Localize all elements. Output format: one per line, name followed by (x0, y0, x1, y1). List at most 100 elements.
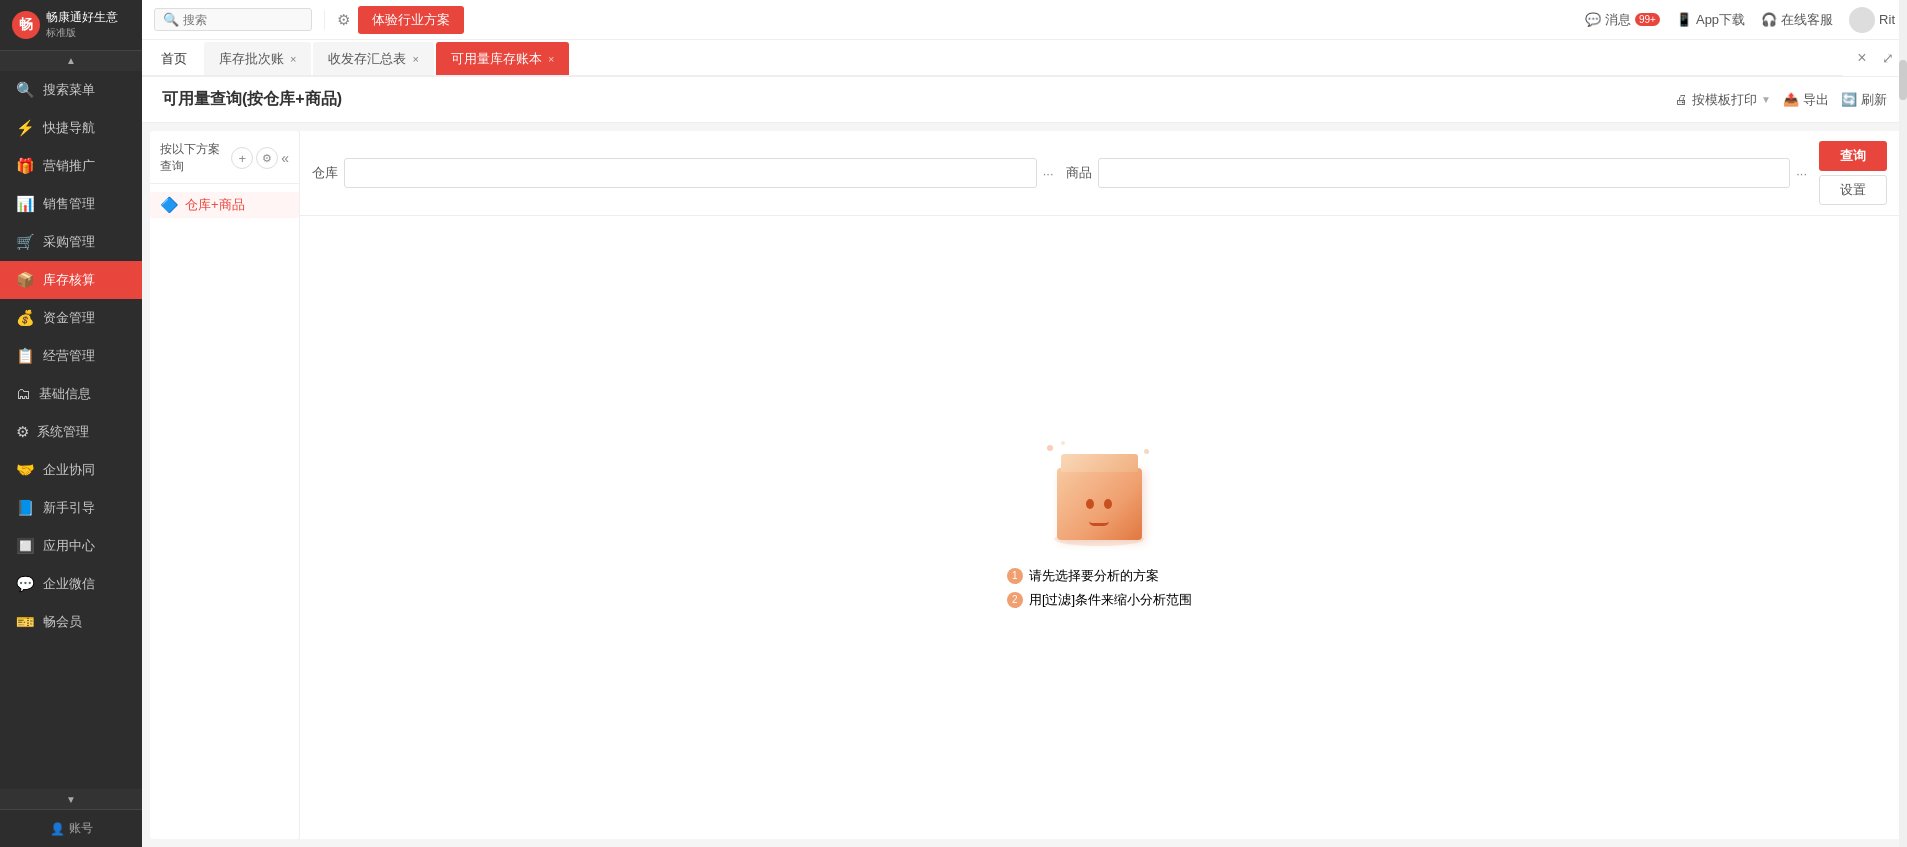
customer-service-button[interactable]: 🎧 在线客服 (1761, 11, 1833, 29)
sidebar-item-appcenter[interactable]: 🔲 应用中心 (0, 527, 142, 565)
sidebar-item-icon-search: 🔍 (16, 81, 35, 99)
sidebar-item-label-search: 搜索菜单 (43, 81, 95, 99)
sidebar-item-corp[interactable]: 🤝 企业协同 (0, 451, 142, 489)
empty-state: 1 请先选择要分析的方案 2 用[过滤]条件来缩小分析范围 (1007, 441, 1192, 615)
message-icon: 💬 (1585, 12, 1601, 27)
sidebar-item-inventory[interactable]: 📦 库存核算 (0, 261, 142, 299)
scheme-item-label: 仓库+商品 (185, 196, 245, 214)
export-icon: 📤 (1783, 92, 1799, 107)
print-button[interactable]: 🖨 按模板打印 ▼ (1675, 91, 1771, 109)
sidebar-item-icon-inventory: 📦 (16, 271, 35, 289)
close-button[interactable]: × (1851, 47, 1873, 69)
sidebar-item-member[interactable]: 🎫 畅会员 (0, 603, 142, 641)
messages-label: 消息 (1605, 11, 1631, 29)
user-icon: 👤 (50, 822, 65, 836)
filter-product-input[interactable] (1098, 158, 1791, 188)
print-label: 按模板打印 (1692, 91, 1757, 109)
main-content: 🔍 ⚙ 体验行业方案 💬 消息 99+ 📱 App下载 🎧 在线客服 Rit (142, 0, 1907, 847)
sidebar-item-system[interactable]: ⚙ 系统管理 (0, 413, 142, 451)
scheme-list: 🔷 仓库+商品 (150, 184, 299, 226)
manage-scheme-button[interactable]: ⚙ (256, 147, 278, 169)
sidebar-item-finance[interactable]: 💰 资金管理 (0, 299, 142, 337)
industry-solution-button[interactable]: 体验行业方案 (358, 6, 464, 34)
sidebar-item-label-shortcut: 快捷导航 (43, 119, 95, 137)
tab-home[interactable]: 首页 (146, 42, 202, 75)
sidebar-item-icon-corp: 🤝 (16, 461, 35, 479)
sidebar-item-sales[interactable]: 📊 销售管理 (0, 185, 142, 223)
window-controls: × ⤢ (1843, 47, 1907, 69)
filter-warehouse-more[interactable]: ··· (1043, 166, 1054, 181)
logo-badge: 标准版 (46, 26, 118, 40)
sidebar-item-label-inventory: 库存核算 (43, 271, 95, 289)
sidebar-item-label-newguide: 新手引导 (43, 499, 95, 517)
topbar-search-box[interactable]: 🔍 (154, 8, 312, 31)
refresh-label: 刷新 (1861, 91, 1887, 109)
sidebar-item-icon-newguide: 📘 (16, 499, 35, 517)
sidebar-item-label-corp: 企业协同 (43, 461, 95, 479)
sidebar-item-label-purchase: 采购管理 (43, 233, 95, 251)
settings-icon[interactable]: ⚙ (337, 11, 350, 29)
tab-available[interactable]: 可用量库存账本 × (436, 42, 569, 75)
sidebar-item-newguide[interactable]: 📘 新手引导 (0, 489, 142, 527)
table-area: 1 请先选择要分析的方案 2 用[过滤]条件来缩小分析范围 (300, 216, 1899, 839)
collapse-button[interactable]: « (281, 150, 289, 166)
add-scheme-button[interactable]: + (231, 147, 253, 169)
filter-product-more[interactable]: ··· (1796, 166, 1807, 181)
scheme-item-warehouse-product[interactable]: 🔷 仓库+商品 (150, 192, 299, 218)
export-button[interactable]: 📤 导出 (1783, 91, 1829, 109)
page-title: 可用量查询(按仓库+商品) (162, 89, 342, 110)
sidebar-item-search[interactable]: 🔍 搜索菜单 (0, 71, 142, 109)
tab-batch-label: 库存批次账 (219, 50, 284, 68)
app-download-button[interactable]: 📱 App下载 (1676, 11, 1745, 29)
sidebar-item-purchase[interactable]: 🛒 采购管理 (0, 223, 142, 261)
sidebar-scroll-up[interactable]: ▲ (0, 51, 142, 71)
tab-batch-close[interactable]: × (290, 53, 296, 65)
scheme-label: 按以下方案查询 (160, 141, 231, 175)
sidebar-item-icon-member: 🎫 (16, 613, 35, 631)
page-content: 可用量查询(按仓库+商品) 🖨 按模板打印 ▼ 📤 导出 🔄 刷新 (142, 77, 1907, 847)
export-label: 导出 (1803, 91, 1829, 109)
sidebar-item-corpwechat[interactable]: 💬 企业微信 (0, 565, 142, 603)
user-menu[interactable]: Rit (1849, 7, 1895, 33)
maximize-button[interactable]: ⤢ (1877, 47, 1899, 69)
sidebar-footer[interactable]: 👤 账号 (0, 809, 142, 847)
sidebar-item-shortcut[interactable]: ⚡ 快捷导航 (0, 109, 142, 147)
tab-summary-close[interactable]: × (412, 53, 418, 65)
empty-tip-2-num: 2 (1007, 592, 1023, 608)
empty-tip-1: 1 请先选择要分析的方案 (1007, 567, 1192, 585)
tab-batch[interactable]: 库存批次账 × (204, 42, 311, 75)
username: Rit (1879, 12, 1895, 27)
empty-tip-1-text: 请先选择要分析的方案 (1029, 567, 1159, 585)
sidebar-item-icon-corpwechat: 💬 (16, 575, 35, 593)
tab-summary[interactable]: 收发存汇总表 × (313, 42, 433, 75)
sidebar-item-icon-sales: 📊 (16, 195, 35, 213)
refresh-button[interactable]: 🔄 刷新 (1841, 91, 1887, 109)
settings-button[interactable]: 设置 (1819, 175, 1887, 205)
empty-tip-1-num: 1 (1007, 568, 1023, 584)
sidebar-item-icon-system: ⚙ (16, 423, 29, 441)
messages-badge: 99+ (1635, 13, 1660, 26)
scheme-item-icon: 🔷 (160, 196, 179, 214)
query-button[interactable]: 查询 (1819, 141, 1887, 171)
empty-illustration (1039, 441, 1159, 551)
sidebar-item-icon-operations: 📋 (16, 347, 35, 365)
print-dropdown-icon[interactable]: ▼ (1761, 94, 1771, 105)
sidebar-item-label-member: 畅会员 (43, 613, 82, 631)
search-input[interactable] (183, 13, 303, 27)
sidebar-scroll-down[interactable]: ▼ (0, 789, 142, 809)
topbar-divider (324, 10, 325, 30)
sidebar-item-basics[interactable]: 🗂 基础信息 (0, 375, 142, 413)
filter-warehouse-input[interactable] (344, 158, 1037, 188)
sidebar-item-label-finance: 资金管理 (43, 309, 95, 327)
messages-button[interactable]: 💬 消息 99+ (1585, 11, 1660, 29)
sidebar-item-label-operations: 经营管理 (43, 347, 95, 365)
topbar: 🔍 ⚙ 体验行业方案 💬 消息 99+ 📱 App下载 🎧 在线客服 Rit (142, 0, 1907, 40)
empty-tip-2: 2 用[过滤]条件来缩小分析范围 (1007, 591, 1192, 609)
sidebar-item-operations[interactable]: 📋 经营管理 (0, 337, 142, 375)
sidebar-item-marketing[interactable]: 🎁 营销推广 (0, 147, 142, 185)
sidebar-item-icon-finance: 💰 (16, 309, 35, 327)
tab-available-close[interactable]: × (548, 53, 554, 65)
sidebar-item-label-system: 系统管理 (37, 423, 89, 441)
scrollbar[interactable] (1899, 0, 1907, 847)
sidebar-item-icon-basics: 🗂 (16, 385, 31, 402)
